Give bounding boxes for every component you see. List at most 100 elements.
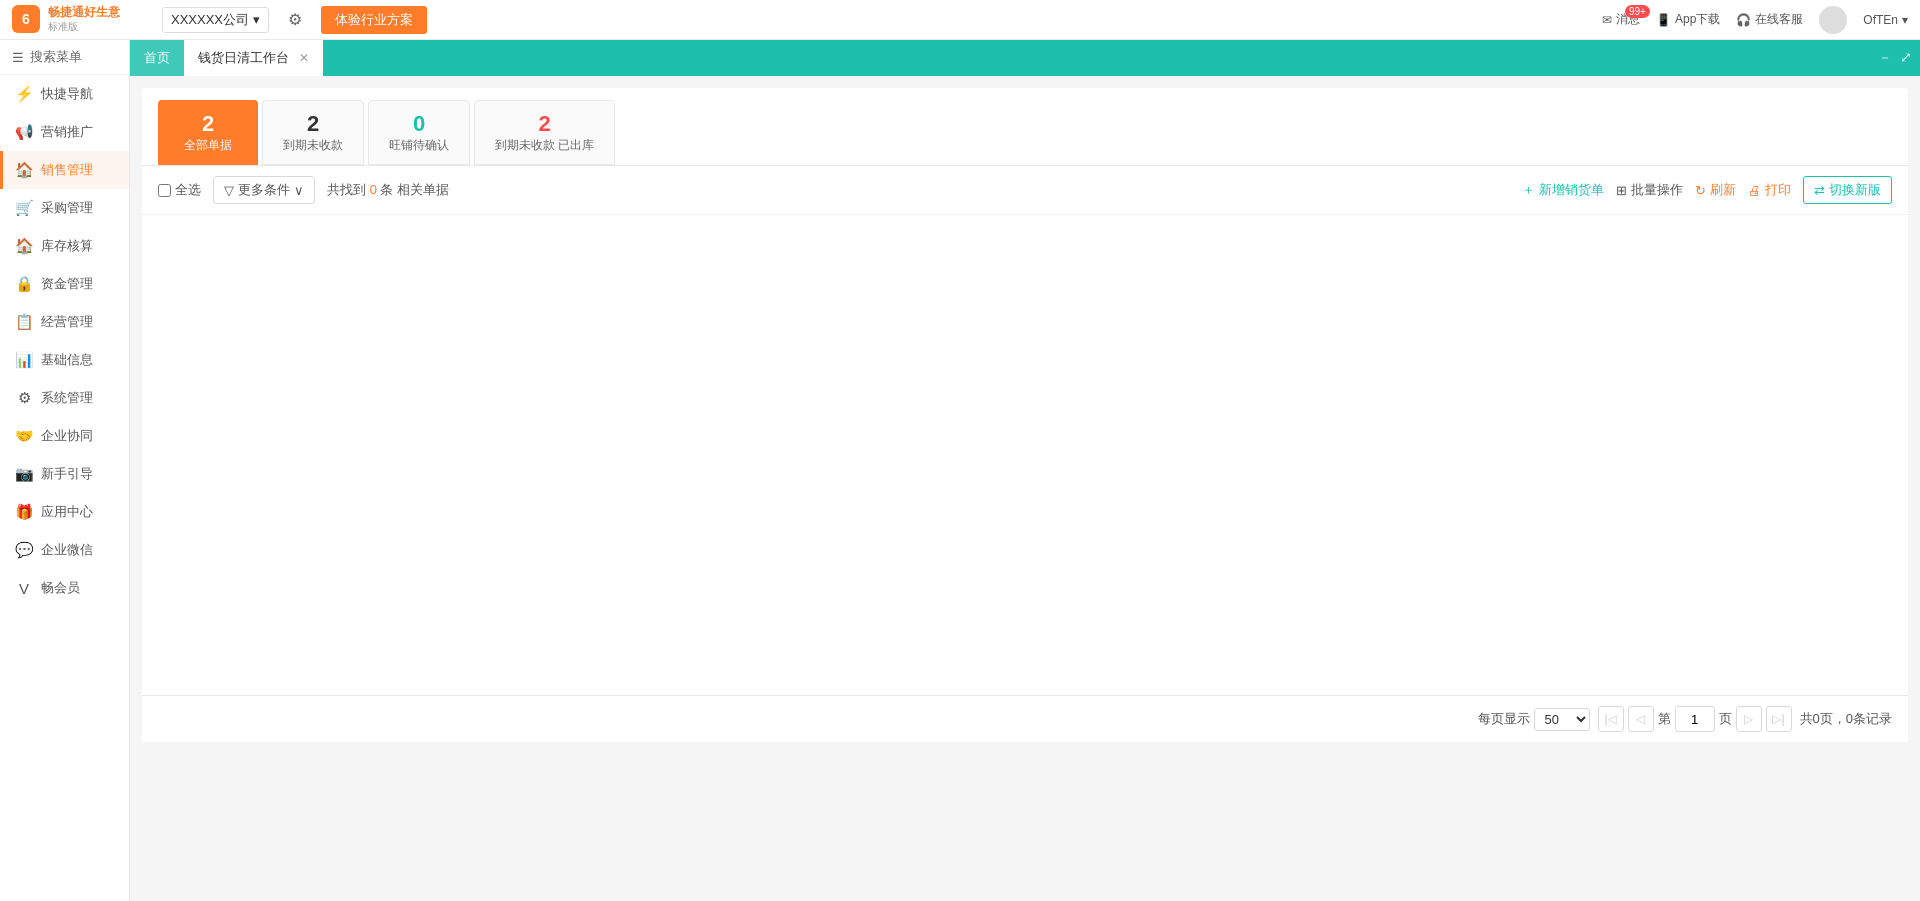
coop-icon: 🤝 xyxy=(15,427,33,445)
first-page-btn[interactable]: |◁ xyxy=(1598,706,1624,732)
sidebar-search[interactable]: ☰ 搜索菜单 xyxy=(0,40,129,75)
tab-close-icon[interactable]: ✕ xyxy=(299,51,309,65)
batch-label: 批量操作 xyxy=(1631,181,1683,199)
settings-icon-btn[interactable]: ⚙ xyxy=(281,6,309,34)
sidebar-item-funds-mgmt[interactable]: 🔒 资金管理 xyxy=(0,265,129,303)
stat-num-overdue-shipped: 2 xyxy=(495,111,594,137)
sidebar-item-app-center[interactable]: 🎁 应用中心 xyxy=(0,493,129,531)
user-name: OfTEn xyxy=(1863,13,1898,27)
page-prefix-label: 第 xyxy=(1658,710,1671,728)
company-selector[interactable]: XXXXXX公司 ▾ xyxy=(162,7,269,33)
sidebar-item-sales-mgmt[interactable]: 🏠 销售管理 xyxy=(0,151,129,189)
logo-area: 6 畅捷通好生意 标准版 xyxy=(12,5,142,33)
logo-sub: 标准版 xyxy=(48,20,120,34)
search-label: 搜索菜单 xyxy=(30,48,82,66)
sidebar-item-sys-mgmt[interactable]: ⚙ 系统管理 xyxy=(0,379,129,417)
top-header: 6 畅捷通好生意 标准版 XXXXXX公司 ▾ ⚙ 体验行业方案 ✉ 消息 99… xyxy=(0,0,1920,40)
sidebar-item-purchase-mgmt[interactable]: 🛒 采购管理 xyxy=(0,189,129,227)
prev-page-btn[interactable]: ◁ xyxy=(1628,706,1654,732)
sidebar-item-label: 企业微信 xyxy=(41,541,93,559)
next-page-btn[interactable]: ▷ xyxy=(1736,706,1762,732)
sidebar-item-label: 系统管理 xyxy=(41,389,93,407)
sidebar-item-label: 库存核算 xyxy=(41,237,93,255)
tab-expand-icon[interactable]: ⤢ xyxy=(1900,49,1912,67)
stat-num-all: 2 xyxy=(179,111,237,137)
sidebar-item-biz-mgmt[interactable]: 📋 经营管理 xyxy=(0,303,129,341)
wechat-icon: 💬 xyxy=(15,541,33,559)
refresh-icon: ↻ xyxy=(1695,183,1706,198)
current-page-input[interactable] xyxy=(1675,706,1715,732)
stat-label-overdue: 到期未收款 xyxy=(283,138,343,152)
guide-icon: 📷 xyxy=(15,465,33,483)
header-right: ✉ 消息 99+ 📱 App下载 🎧 在线客服 OfTEn ▾ xyxy=(1602,6,1908,34)
sidebar-item-quick-nav[interactable]: ⚡ 快捷导航 xyxy=(0,75,129,113)
online-service-label: 在线客服 xyxy=(1755,11,1803,28)
app-download-btn[interactable]: 📱 App下载 xyxy=(1656,11,1720,28)
switch-version-btn[interactable]: ⇄ 切换新版 xyxy=(1803,176,1892,204)
toolbar: 全选 ▽ 更多条件 ∨ 共找到 0 条 相关单据 ＋ 新增销货单 ⊞ xyxy=(142,166,1908,215)
sidebar-item-enterprise-wechat[interactable]: 💬 企业微信 xyxy=(0,531,129,569)
table-area xyxy=(142,215,1908,695)
sys-icon: ⚙ xyxy=(15,389,33,407)
batch-ops-btn[interactable]: ⊞ 批量操作 xyxy=(1616,181,1683,199)
select-all-checkbox[interactable]: 全选 xyxy=(158,181,201,199)
add-btn-label: 新增销货单 xyxy=(1539,181,1604,199)
marketing-icon: 📢 xyxy=(15,123,33,141)
workbench-tab-label: 钱货日清工作台 xyxy=(198,49,289,67)
tab-workbench[interactable]: 钱货日清工作台 ✕ xyxy=(184,40,323,76)
stat-tab-overdue-shipped[interactable]: 2 到期未收款 已出库 xyxy=(474,100,615,165)
page-size-selector: 每页显示 50 100 200 xyxy=(1478,708,1590,731)
stat-tab-overdue[interactable]: 2 到期未收款 xyxy=(262,100,364,165)
select-all-label: 全选 xyxy=(175,181,201,199)
print-icon: 🖨 xyxy=(1748,183,1761,198)
stat-num-pending: 0 xyxy=(389,111,449,137)
refresh-btn[interactable]: ↻ 刷新 xyxy=(1695,181,1736,199)
username-area[interactable]: OfTEn ▾ xyxy=(1863,13,1908,27)
user-avatar[interactable] xyxy=(1819,6,1847,34)
sidebar-item-member[interactable]: V 畅会员 xyxy=(0,569,129,607)
sidebar-item-label: 经营管理 xyxy=(41,313,93,331)
sidebar-item-label: 基础信息 xyxy=(41,351,93,369)
tab-minimize-icon[interactable]: － xyxy=(1878,49,1892,67)
per-page-label: 每页显示 xyxy=(1478,710,1530,728)
stat-tab-all[interactable]: 2 全部单据 xyxy=(158,100,258,165)
filter-icon: ▽ xyxy=(224,183,234,198)
stat-tab-pending[interactable]: 0 旺铺待确认 xyxy=(368,100,470,165)
sidebar-item-label: 销售管理 xyxy=(41,161,93,179)
messages-btn[interactable]: ✉ 消息 99+ xyxy=(1602,11,1640,28)
pagination-bar: 每页显示 50 100 200 |◁ ◁ 第 页 ▷ ▷| 共0页，0条记录 xyxy=(142,695,1908,742)
basic-icon: 📊 xyxy=(15,351,33,369)
sidebar-item-guide[interactable]: 📷 新手引导 xyxy=(0,455,129,493)
sidebar-item-marketing[interactable]: 📢 营销推广 xyxy=(0,113,129,151)
sales-icon: 🏠 xyxy=(15,161,33,179)
toolbar-right: ＋ 新增销货单 ⊞ 批量操作 ↻ 刷新 🖨 打印 ⇄ 切换新版 xyxy=(1522,176,1892,204)
logo-icon: 6 xyxy=(12,5,40,33)
sidebar-item-inventory[interactable]: 🏠 库存核算 xyxy=(0,227,129,265)
online-service-btn[interactable]: 🎧 在线客服 xyxy=(1736,11,1803,28)
app-icon: 🎁 xyxy=(15,503,33,521)
print-btn[interactable]: 🖨 打印 xyxy=(1748,181,1791,199)
biz-icon: 📋 xyxy=(15,313,33,331)
found-count: 0 xyxy=(370,182,377,197)
sidebar-item-basic-info[interactable]: 📊 基础信息 xyxy=(0,341,129,379)
logo-title: 畅捷通好生意 xyxy=(48,5,120,19)
per-page-select[interactable]: 50 100 200 xyxy=(1534,708,1590,731)
filter-button[interactable]: ▽ 更多条件 ∨ xyxy=(213,176,315,204)
main-content: 2 全部单据 2 到期未收款 0 旺铺待确认 2 到期未收款 已出库 全选 xyxy=(130,76,1920,901)
trial-button[interactable]: 体验行业方案 xyxy=(321,6,427,34)
last-page-btn[interactable]: ▷| xyxy=(1766,706,1792,732)
sidebar-item-label: 采购管理 xyxy=(41,199,93,217)
print-label: 打印 xyxy=(1765,181,1791,199)
add-sale-order-btn[interactable]: ＋ 新增销货单 xyxy=(1522,181,1604,199)
app-download-label: App下载 xyxy=(1675,11,1720,28)
message-icon: ✉ xyxy=(1602,13,1612,27)
checkbox-input[interactable] xyxy=(158,184,171,197)
sidebar-item-label: 资金管理 xyxy=(41,275,93,293)
funds-icon: 🔒 xyxy=(15,275,33,293)
header-center: XXXXXX公司 ▾ ⚙ 体验行业方案 xyxy=(142,6,1602,34)
content-card: 2 全部单据 2 到期未收款 0 旺铺待确认 2 到期未收款 已出库 全选 xyxy=(142,88,1908,742)
tab-home[interactable]: 首页 xyxy=(130,40,184,76)
sidebar-item-enterprise-coop[interactable]: 🤝 企业协同 xyxy=(0,417,129,455)
sidebar-item-label: 应用中心 xyxy=(41,503,93,521)
sidebar-item-label: 快捷导航 xyxy=(41,85,93,103)
